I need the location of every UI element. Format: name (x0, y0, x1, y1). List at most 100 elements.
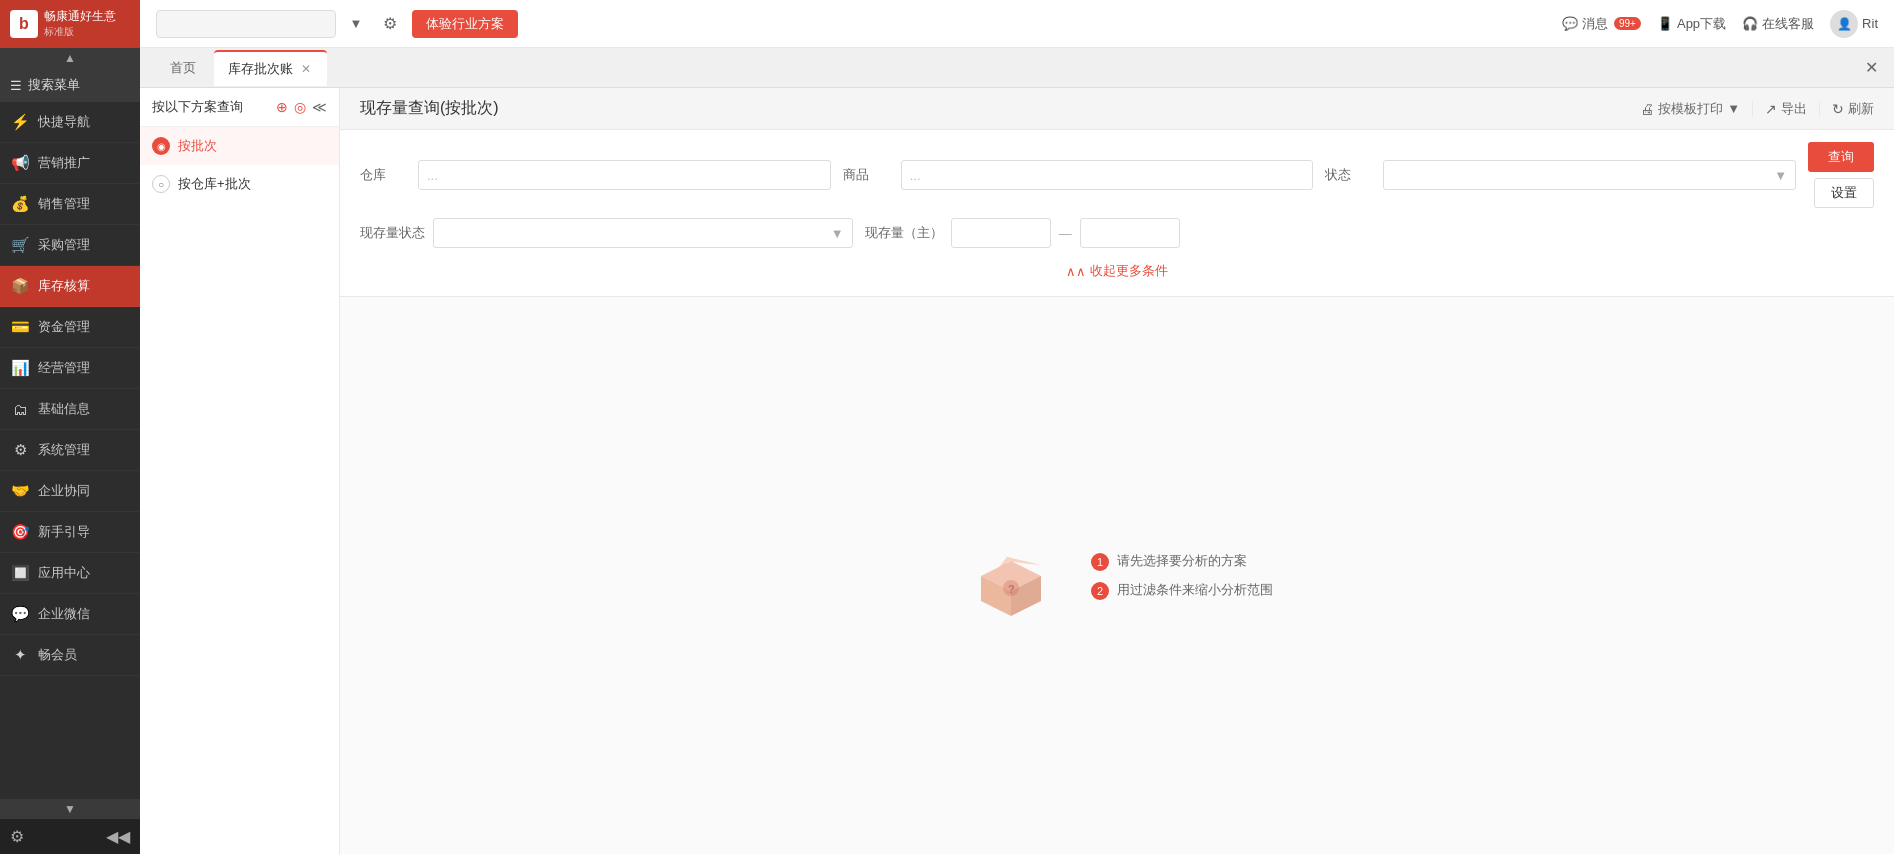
product-input[interactable]: ... (901, 160, 1314, 190)
sidebar-item-finance[interactable]: 💳 资金管理 (0, 307, 140, 348)
svg-text:?: ? (1008, 583, 1015, 595)
content-area: 按以下方案查询 ⊕ ◎ ≪ ◉ 按批次 ○ 按仓库+批次 现存量查询(按批次) (140, 88, 1894, 854)
sidebar-item-sales[interactable]: 💰 销售管理 (0, 184, 140, 225)
headset-icon: 🎧 (1742, 16, 1758, 31)
divider-1 (1752, 101, 1753, 117)
tab-panel-close-button[interactable]: ✕ (1865, 58, 1878, 77)
scheme-settings-icon[interactable]: ◎ (294, 99, 306, 115)
sidebar: b 畅康通好生意 标准版 ▲ ☰ 搜索菜单 ⚡ 快捷导航 📢 营销推广 💰 销售… (0, 0, 140, 854)
filter-area: 仓库 ... 商品 ... 状态 (340, 130, 1894, 297)
add-scheme-icon[interactable]: ⊕ (276, 99, 288, 115)
divider-2 (1819, 101, 1820, 117)
sidebar-scroll-down[interactable]: ▼ (0, 799, 140, 819)
tip-1-text: 请先选择要分析的方案 (1117, 552, 1247, 570)
print-icon: 🖨 (1640, 101, 1654, 117)
sidebar-header: b 畅康通好生意 标准版 (0, 0, 140, 48)
sidebar-scroll-up[interactable]: ▲ (0, 48, 140, 68)
page-title-bar: 现存量查询(按批次) 🖨 按模板打印 ▼ ↗ 导出 ↻ 刷 (340, 88, 1894, 130)
sidebar-item-enterprise[interactable]: 🤝 企业协同 (0, 471, 140, 512)
sidebar-item-label: 销售管理 (38, 195, 90, 213)
sidebar-item-newbie[interactable]: 🎯 新手引导 (0, 512, 140, 553)
sidebar-item-purchase[interactable]: 🛒 采购管理 (0, 225, 140, 266)
sidebar-item-member[interactable]: ✦ 畅会员 (0, 635, 140, 676)
app-download-button[interactable]: 📱 App下载 (1657, 15, 1726, 33)
sidebar-item-system[interactable]: ⚙ 系统管理 (0, 430, 140, 471)
warehouse-dots: ... (427, 168, 438, 183)
online-service-button[interactable]: 🎧 在线客服 (1742, 15, 1814, 33)
empty-state: ? 1 请先选择要分析的方案 2 用过滤条件来缩小分析范围 (340, 297, 1894, 854)
warehouse-input[interactable]: ... (418, 160, 831, 190)
filter-buttons: 查询 设置 (1808, 142, 1874, 208)
print-dropdown-icon[interactable]: ▼ (1727, 101, 1740, 116)
sidebar-item-operations[interactable]: 📊 经营管理 (0, 348, 140, 389)
query-button[interactable]: 查询 (1808, 142, 1874, 172)
sidebar-item-marketing[interactable]: 📢 营销推广 (0, 143, 140, 184)
print-by-template-label: 按模板打印 (1658, 100, 1723, 118)
filter-row-1: 仓库 ... 商品 ... 状态 (360, 142, 1874, 208)
empty-state-inner: ? 1 请先选择要分析的方案 2 用过滤条件来缩小分析范围 (961, 526, 1273, 626)
scheme-item-batch[interactable]: ◉ 按批次 (140, 127, 339, 165)
refresh-label: 刷新 (1848, 100, 1874, 118)
search-label: 搜索菜单 (28, 76, 80, 94)
try-industry-button[interactable]: 体验行业方案 (412, 10, 518, 38)
tip-2-num: 2 (1091, 582, 1109, 600)
sidebar-item-label: 应用中心 (38, 564, 90, 582)
settings-button[interactable]: 设置 (1814, 178, 1874, 208)
sidebar-item-enterprise-wechat[interactable]: 💬 企业微信 (0, 594, 140, 635)
status-select-arrow: ▼ (1774, 168, 1787, 183)
messages-label: 消息 (1582, 15, 1608, 33)
inventory-qty-to[interactable] (1080, 218, 1180, 248)
product-label: 商品 (843, 166, 893, 184)
sidebar-item-label: 新手引导 (38, 523, 90, 541)
left-panel-header: 按以下方案查询 ⊕ ◎ ≪ (140, 88, 339, 127)
sidebar-item-label: 快捷导航 (38, 113, 90, 131)
empty-tips: 1 请先选择要分析的方案 2 用过滤条件来缩小分析范围 (1091, 552, 1273, 600)
warehouse-filter: 仓库 ... (360, 160, 831, 190)
tab-close-icon[interactable]: ✕ (299, 62, 313, 76)
main-area: ▼ ⚙ 体验行业方案 💬 消息 99+ 📱 App下载 🎧 在线客服 👤 Rit (140, 0, 1894, 854)
tab-home[interactable]: 首页 (156, 50, 210, 86)
left-panel: 按以下方案查询 ⊕ ◎ ≪ ◉ 按批次 ○ 按仓库+批次 (140, 88, 340, 854)
avatar: 👤 (1830, 10, 1858, 38)
tab-inventory-batch[interactable]: 库存批次账 ✕ (214, 50, 327, 86)
sidebar-item-app-center[interactable]: 🔲 应用中心 (0, 553, 140, 594)
export-button[interactable]: ↗ 导出 (1765, 100, 1807, 118)
sidebar-search[interactable]: ☰ 搜索菜单 (0, 68, 140, 102)
user-menu[interactable]: 👤 Rit (1830, 10, 1878, 38)
topbar-dropdown-icon[interactable]: ▼ (344, 12, 368, 36)
sidebar-item-inventory[interactable]: 📦 库存核算 (0, 266, 140, 307)
username-label: Rit (1862, 16, 1878, 31)
inventory-status-select[interactable]: ▼ (433, 218, 853, 248)
collapse-sidebar-icon[interactable]: ◀◀ (106, 827, 130, 846)
settings-icon[interactable]: ⚙ (10, 827, 24, 846)
scheme-inactive-icon: ○ (152, 175, 170, 193)
app-download-label: App下载 (1677, 15, 1726, 33)
sidebar-item-label: 系统管理 (38, 441, 90, 459)
finance-icon: 💳 (10, 318, 30, 336)
marketing-icon: 📢 (10, 154, 30, 172)
topbar-left: ▼ ⚙ 体验行业方案 (156, 10, 1552, 38)
refresh-button[interactable]: ↻ 刷新 (1832, 100, 1874, 118)
topbar-right: 💬 消息 99+ 📱 App下载 🎧 在线客服 👤 Rit (1562, 10, 1878, 38)
sidebar-footer: ⚙ ◀◀ (0, 819, 140, 854)
topbar-search-bar[interactable] (156, 10, 336, 38)
right-panel: 现存量查询(按批次) 🖨 按模板打印 ▼ ↗ 导出 ↻ 刷 (340, 88, 1894, 854)
tip-1-num: 1 (1091, 553, 1109, 571)
collapse-filters-button[interactable]: ∧∧ 收起更多条件 (360, 258, 1874, 284)
message-icon: 💬 (1562, 16, 1578, 31)
empty-tip-2: 2 用过滤条件来缩小分析范围 (1091, 581, 1273, 600)
sidebar-item-basics[interactable]: 🗂 基础信息 (0, 389, 140, 430)
topbar-gear-icon[interactable]: ⚙ (376, 10, 404, 38)
scheme-item-warehouse-batch[interactable]: ○ 按仓库+批次 (140, 165, 339, 203)
inventory-qty-from[interactable] (951, 218, 1051, 248)
quick-nav-icon: ⚡ (10, 113, 30, 131)
status-select[interactable]: ▼ (1383, 160, 1796, 190)
sidebar-item-quick-nav[interactable]: ⚡ 快捷导航 (0, 102, 140, 143)
print-by-template-button[interactable]: 🖨 按模板打印 ▼ (1640, 100, 1740, 118)
messages-button[interactable]: 💬 消息 99+ (1562, 15, 1641, 33)
tab-close-panel: ✕ (1865, 58, 1878, 77)
scheme-warehouse-batch-label: 按仓库+批次 (178, 175, 251, 193)
range-dash: — (1059, 226, 1072, 241)
collapse-left-panel-icon[interactable]: ≪ (312, 99, 327, 115)
inventory-qty-label: 现存量（主） (865, 224, 943, 242)
